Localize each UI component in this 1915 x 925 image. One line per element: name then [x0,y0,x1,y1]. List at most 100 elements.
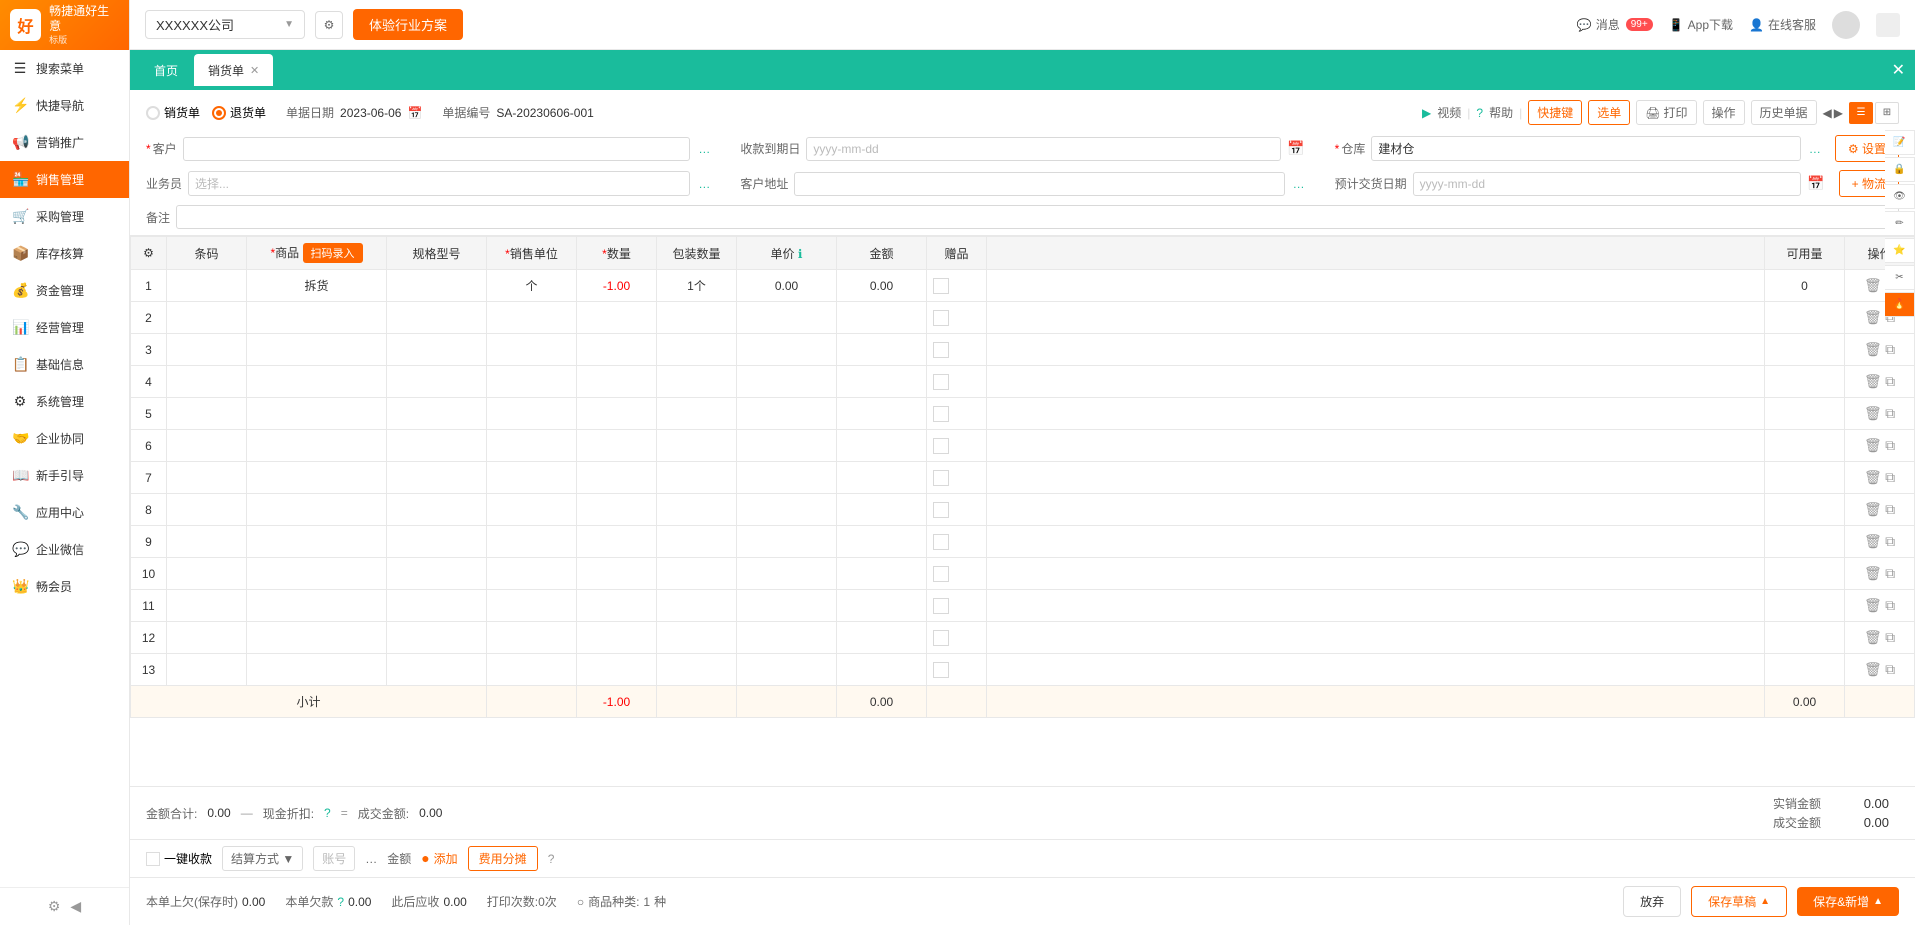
avatar-2[interactable] [1876,13,1900,37]
row-note-11[interactable] [987,622,1765,654]
operations-button[interactable]: 操作 [1703,100,1745,125]
sidebar-item-12[interactable]: 🔧应用中心 [0,494,129,531]
sidebar-item-4[interactable]: 🛒采购管理 [0,198,129,235]
scan-btn[interactable]: 扫码录入 [303,243,363,263]
row-spec-0[interactable] [387,270,487,302]
row-spec-1[interactable] [387,302,487,334]
radio-return-order[interactable]: 退货单 [212,104,266,121]
row-unit-price-6[interactable] [737,462,837,494]
row-amount-11[interactable] [837,622,927,654]
row-product-0[interactable]: 拆货 [247,270,387,302]
row-pack-qty-10[interactable] [657,590,737,622]
tab-sales-order[interactable]: 销货单 ✕ [194,54,273,86]
save-draft-button[interactable]: 保存草稿 ▲ [1691,886,1787,917]
view-grid-btn[interactable]: ⊞ [1875,102,1899,124]
row-gift-7[interactable] [927,494,987,526]
help-label[interactable]: 帮助 [1489,104,1513,121]
add-payment-button[interactable]: ● 添加 [421,850,457,867]
row-note-8[interactable] [987,526,1765,558]
row-quantity-6[interactable] [577,462,657,494]
row-barcode-11[interactable] [167,622,247,654]
row-pack-qty-9[interactable] [657,558,737,590]
row-pack-qty-0[interactable]: 1个 [657,270,737,302]
row-copy-2[interactable]: ⧉ [1885,341,1895,358]
sidebar-item-10[interactable]: 🤝企业协同 [0,420,129,457]
next-arrow[interactable]: ▶ [1834,106,1843,120]
row-spec-8[interactable] [387,526,487,558]
settings-icon[interactable]: ⚙ [48,898,61,915]
row-barcode-8[interactable] [167,526,247,558]
row-delete-9[interactable]: 🗑 [1864,565,1882,582]
collapse-icon[interactable]: ◀ [70,898,81,915]
row-spec-9[interactable] [387,558,487,590]
row-quantity-10[interactable] [577,590,657,622]
salesperson-input[interactable]: 选择... [188,171,690,196]
row-barcode-9[interactable] [167,558,247,590]
row-pack-qty-3[interactable] [657,366,737,398]
row-pack-qty-5[interactable] [657,430,737,462]
row-barcode-7[interactable] [167,494,247,526]
row-gift-10[interactable] [927,590,987,622]
row-delete-8[interactable]: 🗑 [1864,533,1882,550]
row-note-6[interactable] [987,462,1765,494]
gift-checkbox-3[interactable] [933,374,949,390]
row-pack-qty-8[interactable] [657,526,737,558]
row-delete-11[interactable]: 🗑 [1864,629,1882,646]
row-unit-9[interactable] [487,558,577,590]
side-btn-7[interactable]: 🔥 [1885,292,1915,317]
row-spec-2[interactable] [387,334,487,366]
row-copy-9[interactable]: ⧉ [1885,565,1895,582]
row-amount-3[interactable] [837,366,927,398]
sidebar-item-7[interactable]: 📊经营管理 [0,309,129,346]
row-product-12[interactable] [247,654,387,686]
remark-input[interactable] [176,205,1899,229]
row-delete-4[interactable]: 🗑 [1864,405,1882,422]
row-barcode-10[interactable] [167,590,247,622]
row-unit-price-5[interactable] [737,430,837,462]
view-list-btn[interactable]: ☰ [1849,102,1873,124]
row-delete-5[interactable]: 🗑 [1864,437,1882,454]
row-unit-7[interactable] [487,494,577,526]
date-value[interactable]: 2023-06-06 [340,106,401,120]
gift-checkbox-8[interactable] [933,534,949,550]
row-amount-12[interactable] [837,654,927,686]
row-product-5[interactable] [247,430,387,462]
row-unit-price-2[interactable] [737,334,837,366]
customer-address-input[interactable] [794,172,1284,196]
row-quantity-1[interactable] [577,302,657,334]
product-type-icon[interactable]: ○ [577,895,584,909]
row-product-10[interactable] [247,590,387,622]
sidebar-item-9[interactable]: ⚙系统管理 [0,383,129,420]
row-spec-6[interactable] [387,462,487,494]
row-quantity-11[interactable] [577,622,657,654]
row-gift-0[interactable] [927,270,987,302]
delivery-date-input[interactable]: yyyy-mm-dd [1413,172,1802,196]
sidebar-item-3[interactable]: 🏪销售管理 [0,161,129,198]
trial-button[interactable]: 体验行业方案 [353,9,463,40]
row-unit-price-3[interactable] [737,366,837,398]
sidebar-item-11[interactable]: 📖新手引导 [0,457,129,494]
gift-checkbox-10[interactable] [933,598,949,614]
row-delete-0[interactable]: 🗑 [1864,277,1882,294]
doc-no-value[interactable]: SA-20230606-001 [496,106,593,120]
select-button[interactable]: 选单 [1588,100,1630,125]
video-label[interactable]: 视频 [1437,104,1461,121]
row-note-12[interactable] [987,654,1765,686]
settlement-method-dropdown[interactable]: 结算方式 ▼ [222,846,303,871]
customer-dots-icon[interactable]: … [698,142,710,156]
row-spec-3[interactable] [387,366,487,398]
customer-input[interactable] [183,137,691,161]
cash-discount-info-icon[interactable]: ? [324,806,331,820]
row-unit-2[interactable] [487,334,577,366]
row-amount-4[interactable] [837,398,927,430]
sidebar-item-5[interactable]: 📦库存核算 [0,235,129,272]
row-gift-5[interactable] [927,430,987,462]
side-btn-3[interactable]: 👁 [1885,184,1915,209]
row-gift-11[interactable] [927,622,987,654]
row-unit-price-12[interactable] [737,654,837,686]
row-barcode-6[interactable] [167,462,247,494]
row-barcode-2[interactable] [167,334,247,366]
row-barcode-3[interactable] [167,366,247,398]
row-unit-5[interactable] [487,430,577,462]
row-pack-qty-11[interactable] [657,622,737,654]
